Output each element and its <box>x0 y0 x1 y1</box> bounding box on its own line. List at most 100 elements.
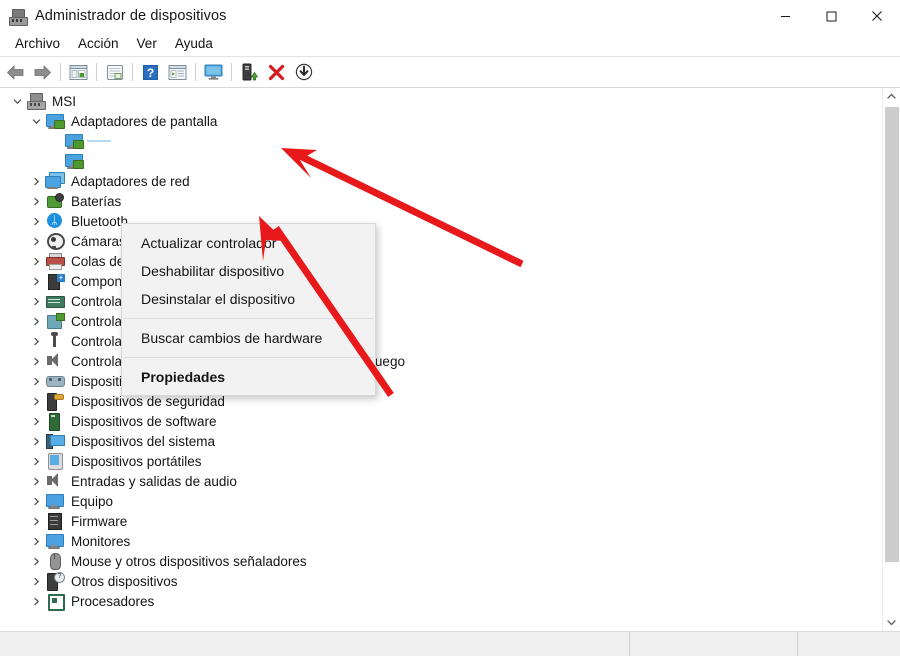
software-device-icon <box>45 412 65 431</box>
tree-node[interactable]: Procesadores <box>0 591 883 611</box>
console-tree-button[interactable] <box>65 59 92 85</box>
chevron-right-icon[interactable] <box>27 537 45 546</box>
back-button[interactable] <box>2 59 29 85</box>
tree-node[interactable]: Monitores <box>0 531 883 551</box>
chevron-right-icon[interactable] <box>27 577 45 586</box>
tree-node[interactable] <box>0 131 883 151</box>
device-manager-window: Administrador de dispositivos Archivo Ac… <box>0 0 900 656</box>
tree-node-label: Entradas y salidas de audio <box>71 473 237 489</box>
tree-node[interactable]: Dispositivos de software <box>0 411 883 431</box>
context-menu-separator <box>124 357 373 358</box>
processor-icon <box>45 592 65 611</box>
chevron-right-icon[interactable] <box>27 377 45 386</box>
status-cell-c <box>798 632 900 656</box>
context-menu-item[interactable]: Deshabilitar dispositivo <box>122 257 375 285</box>
hid-device-icon <box>45 372 65 390</box>
forward-button[interactable] <box>29 59 56 85</box>
menu-ver[interactable]: Ver <box>128 34 166 54</box>
update-driver-button[interactable] <box>236 59 263 85</box>
chevron-right-icon[interactable] <box>27 297 45 306</box>
tree-node[interactable]: Dispositivos del sistema <box>0 431 883 451</box>
tree-node[interactable]: Adaptadores de pantalla <box>0 111 883 131</box>
svg-text:?: ? <box>147 66 154 80</box>
tree-node-label: Dispositivos de software <box>71 413 217 429</box>
tree-node[interactable]: Firmware <box>0 511 883 531</box>
tree-node[interactable]: Mouse y otros dispositivos señaladores <box>0 551 883 571</box>
tree-node[interactable]: Dispositivos portátiles <box>0 451 883 471</box>
close-button[interactable] <box>854 0 900 32</box>
display-adapter-child-icon <box>64 132 84 150</box>
chevron-right-icon[interactable] <box>27 357 45 366</box>
context-menu-item[interactable]: Buscar cambios de hardware <box>122 324 375 352</box>
help-button[interactable]: ? <box>137 59 164 85</box>
chevron-down-icon[interactable] <box>27 117 45 126</box>
window-title: Administrador de dispositivos <box>35 8 227 24</box>
tree-node[interactable] <box>0 151 883 171</box>
context-menu-item[interactable]: Actualizar controlador <box>122 229 375 257</box>
menu-archivo[interactable]: Archivo <box>6 34 69 54</box>
battery-icon <box>45 192 65 210</box>
scrollbar-track[interactable] <box>883 105 900 614</box>
chevron-right-icon[interactable] <box>27 237 45 246</box>
tree-node-label: Dispositivos portátiles <box>71 453 202 469</box>
maximize-button[interactable] <box>808 0 854 32</box>
chevron-right-icon[interactable] <box>27 197 45 206</box>
tree-node-label: Adaptadores de red <box>71 173 190 189</box>
chevron-right-icon[interactable] <box>27 217 45 226</box>
chevron-right-icon[interactable] <box>27 397 45 406</box>
chevron-down-icon[interactable] <box>8 97 26 106</box>
disable-device-button[interactable] <box>290 59 317 85</box>
toolbar-separator-2 <box>96 63 97 81</box>
uninstall-device-button[interactable] <box>263 59 290 85</box>
scroll-up-button[interactable] <box>883 88 900 105</box>
tree-node[interactable]: MSI <box>0 91 883 111</box>
printer-icon <box>45 252 65 270</box>
tree-node[interactable]: Equipo <box>0 491 883 511</box>
scrollbar-thumb[interactable] <box>885 107 899 562</box>
monitor-scan-button[interactable] <box>200 59 227 85</box>
security-device-icon <box>45 392 65 411</box>
context-menu-item[interactable]: Propiedades <box>122 363 375 391</box>
tree-node-label: Adaptadores de pantalla <box>71 113 218 129</box>
portable-device-icon <box>45 452 65 470</box>
chevron-right-icon[interactable] <box>27 417 45 426</box>
minimize-button[interactable] <box>762 0 808 32</box>
properties-button[interactable] <box>101 59 128 85</box>
scroll-down-button[interactable] <box>883 614 900 631</box>
chevron-right-icon[interactable] <box>27 337 45 346</box>
chevron-right-icon[interactable] <box>27 317 45 326</box>
chevron-right-icon[interactable] <box>27 597 45 606</box>
vertical-scrollbar[interactable] <box>882 88 900 631</box>
firmware-icon <box>45 512 65 530</box>
tree-node[interactable]: Baterías <box>0 191 883 211</box>
tree-node[interactable]: Adaptadores de red <box>0 171 883 191</box>
storage-controller-icon <box>45 312 65 330</box>
chevron-right-icon[interactable] <box>27 557 45 566</box>
tree-node-label: Mouse y otros dispositivos señaladores <box>71 553 307 569</box>
chevron-right-icon[interactable] <box>27 497 45 506</box>
audio-io-icon <box>45 472 65 490</box>
context-menu-item[interactable]: Desinstalar el dispositivo <box>122 285 375 313</box>
toolbar-separator-4 <box>195 63 196 81</box>
toolbar-separator-3 <box>132 63 133 81</box>
chevron-right-icon[interactable] <box>27 517 45 526</box>
view-button[interactable] <box>164 59 191 85</box>
chevron-right-icon[interactable] <box>27 437 45 446</box>
context-menu[interactable]: Actualizar controlador Deshabilitar dispo… <box>121 223 376 396</box>
bluetooth-icon: ᛦ <box>45 212 65 230</box>
chevron-right-icon[interactable] <box>27 257 45 266</box>
chevron-right-icon[interactable] <box>27 277 45 286</box>
device-manager-icon <box>9 8 28 26</box>
mouse-icon <box>45 552 65 570</box>
chevron-right-icon[interactable] <box>27 177 45 186</box>
toolbar-separator-5 <box>231 63 232 81</box>
tree-node-label: Baterías <box>71 193 122 209</box>
chevron-right-icon[interactable] <box>27 477 45 486</box>
menu-ayuda[interactable]: Ayuda <box>166 34 222 54</box>
chevron-right-icon[interactable] <box>27 457 45 466</box>
title-bar-left: Administrador de dispositivos <box>0 8 227 26</box>
menu-accion[interactable]: Acción <box>69 34 128 54</box>
tree-node[interactable]: Entradas y salidas de audio <box>0 471 883 491</box>
tree-node-label: Cámaras <box>71 233 126 249</box>
tree-node[interactable]: ? Otros dispositivos <box>0 571 883 591</box>
